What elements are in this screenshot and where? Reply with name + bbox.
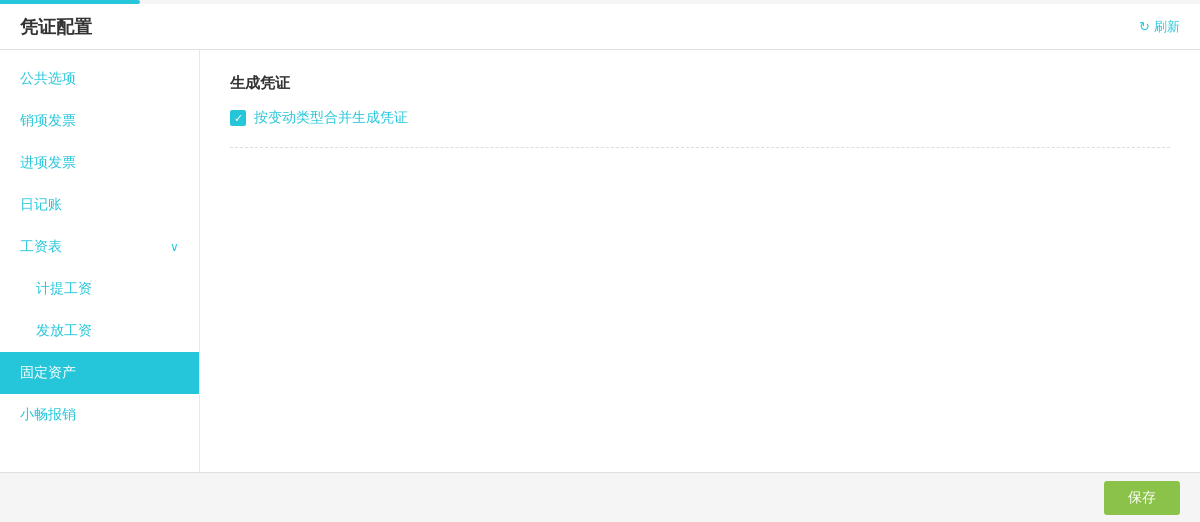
chevron-down-icon: ∨ — [170, 240, 179, 254]
sidebar-item-label: 固定资产 — [20, 364, 76, 382]
checkmark-icon: ✓ — [234, 113, 243, 124]
sidebar-item-public-options[interactable]: 公共选项 — [0, 58, 199, 100]
section-title: 生成凭证 — [230, 74, 1170, 93]
sidebar-item-label: 公共选项 — [20, 70, 76, 88]
sidebar-item-pay-payroll[interactable]: 发放工资 — [0, 310, 199, 352]
main-content: 生成凭证 ✓ 按变动类型合并生成凭证 — [200, 50, 1200, 472]
sidebar-item-journal[interactable]: 日记账 — [0, 184, 199, 226]
sidebar-item-label: 销项发票 — [20, 112, 76, 130]
page-container: 凭证配置 ↻ 刷新 公共选项 销项发票 进项发票 日记账 工资表 ∨ — [0, 0, 1200, 522]
refresh-label: 刷新 — [1154, 18, 1180, 36]
sidebar-item-label: 发放工资 — [36, 322, 92, 340]
sidebar-item-sales-invoice[interactable]: 销项发票 — [0, 100, 199, 142]
sidebar-item-purchase-invoice[interactable]: 进项发票 — [0, 142, 199, 184]
refresh-icon: ↻ — [1139, 19, 1150, 34]
sidebar-item-fixed-assets[interactable]: 固定资产 — [0, 352, 199, 394]
sidebar-item-label: 小畅报销 — [20, 406, 76, 424]
refresh-button[interactable]: ↻ 刷新 — [1139, 18, 1180, 36]
sidebar-item-payroll[interactable]: 工资表 ∨ — [0, 226, 199, 268]
header: 凭证配置 ↻ 刷新 — [0, 4, 1200, 50]
top-progress-bar — [0, 0, 1200, 4]
merge-voucher-checkbox[interactable]: ✓ — [230, 110, 246, 126]
section-divider — [230, 147, 1170, 148]
save-button[interactable]: 保存 — [1104, 481, 1180, 515]
merge-voucher-row: ✓ 按变动类型合并生成凭证 — [230, 109, 1170, 127]
body: 公共选项 销项发票 进项发票 日记账 工资表 ∨ 计提工资 发放工资 — [0, 50, 1200, 472]
sidebar-item-expense-report[interactable]: 小畅报销 — [0, 394, 199, 436]
sidebar-item-label: 进项发票 — [20, 154, 76, 172]
sidebar-item-label: 日记账 — [20, 196, 62, 214]
footer: 保存 — [0, 472, 1200, 522]
sidebar: 公共选项 销项发票 进项发票 日记账 工资表 ∨ 计提工资 发放工资 — [0, 50, 200, 472]
merge-voucher-label: 按变动类型合并生成凭证 — [254, 109, 408, 127]
sidebar-item-label: 计提工资 — [36, 280, 92, 298]
sidebar-item-calc-payroll[interactable]: 计提工资 — [0, 268, 199, 310]
page-title: 凭证配置 — [20, 15, 92, 39]
sidebar-item-label: 工资表 — [20, 238, 62, 256]
